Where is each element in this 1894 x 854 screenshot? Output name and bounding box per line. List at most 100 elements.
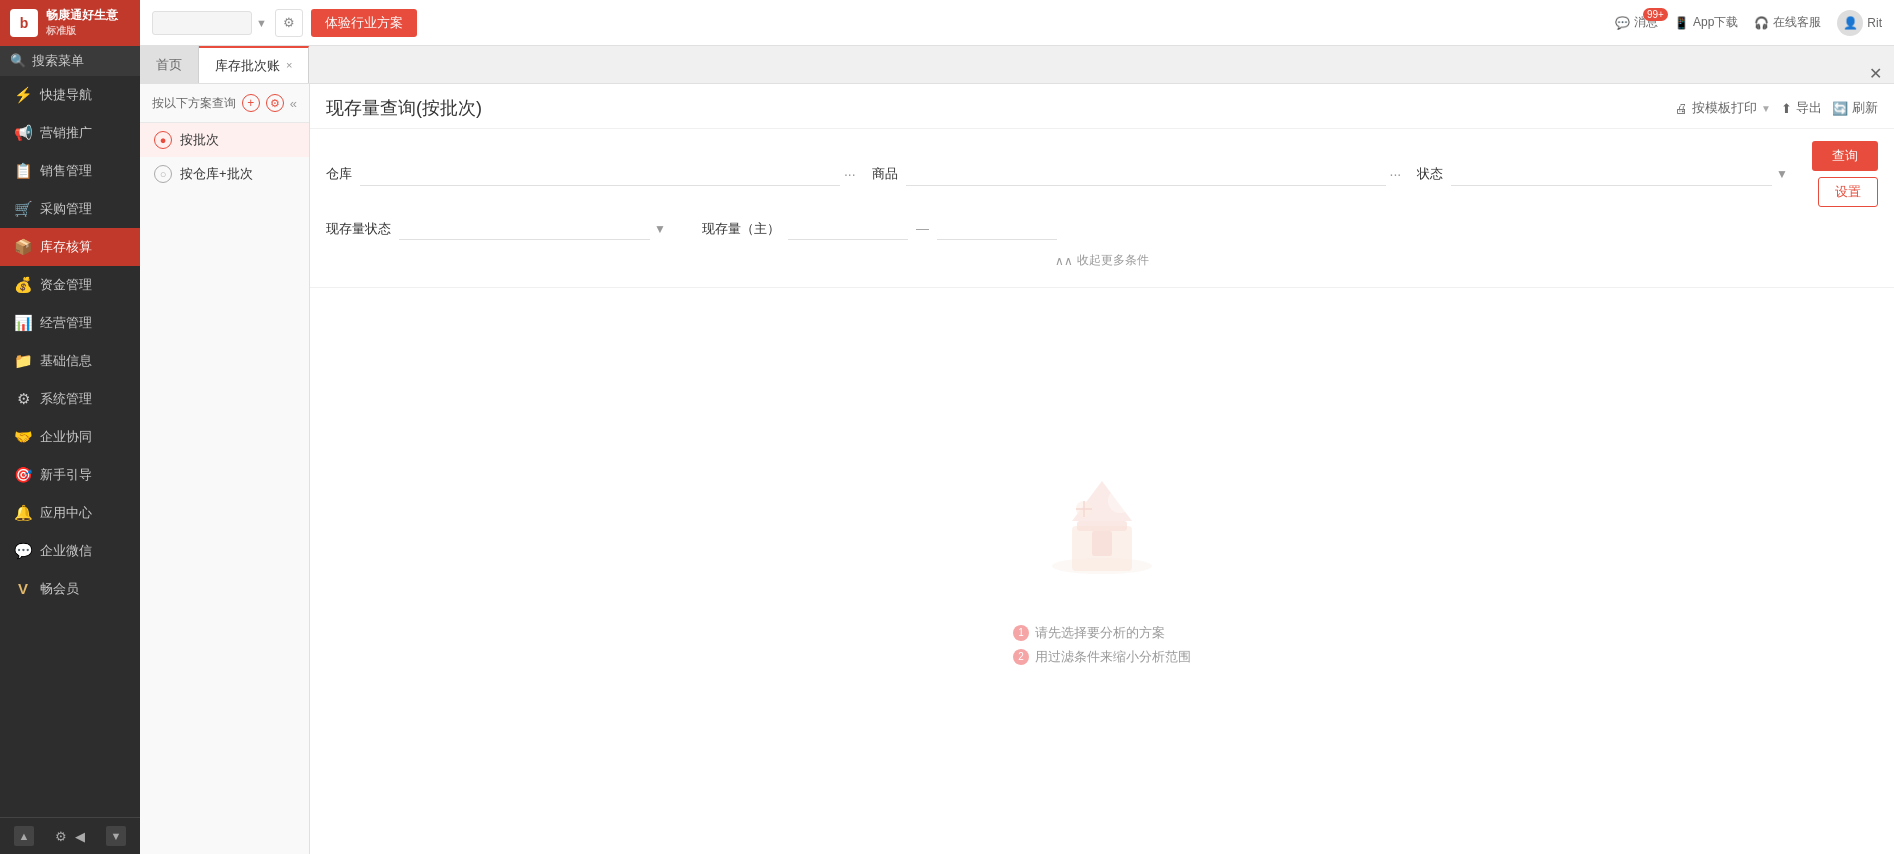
dropdown-arrow-icon: ▼ [256,17,267,29]
user-menu[interactable]: 👤 Rit [1837,10,1882,36]
sidebar-item-label: 营销推广 [40,124,92,142]
sidebar-footer: ▲ ⚙ ◀ ▼ [0,817,140,854]
warehouse-dots[interactable]: ··· [844,166,856,182]
tip-num-2: 2 [1013,649,1029,665]
sidebar-item-management[interactable]: 📊 经营管理 [0,304,140,342]
query-button[interactable]: 查询 [1812,141,1878,171]
trial-button[interactable]: 体验行业方案 [311,9,417,37]
plan-item-batch[interactable]: ● 按批次 [140,123,309,157]
sidebar-header: b 畅康通好生意 标准版 [0,0,140,46]
scroll-down-button[interactable]: ▼ [106,826,126,846]
app-edition: 标准版 [46,24,118,38]
online-service-button[interactable]: 🎧 在线客服 [1754,14,1821,31]
plan-item-warehouse-batch[interactable]: ○ 按仓库+批次 [140,157,309,191]
add-plan-button[interactable]: + [242,94,260,112]
messages-button[interactable]: 💬 消息 99+ [1615,14,1658,31]
sidebar-item-collab[interactable]: 🤝 企业协同 [0,418,140,456]
collapse-up-icon: ∧∧ [1055,254,1073,268]
sidebar-item-finance[interactable]: 💰 资金管理 [0,266,140,304]
empty-state: 1 请先选择要分析的方案 2 用过滤条件来缩小分析范围 [310,288,1894,854]
app-download-button[interactable]: 📱 App下载 [1674,14,1738,31]
warehouse-input[interactable] [360,163,840,186]
export-label: 导出 [1796,99,1822,117]
topbar: ▼ ⚙ 体验行业方案 💬 消息 99+ 📱 App下载 🎧 在线客服 👤 Rit [140,0,1894,46]
tab-home[interactable]: 首页 [140,46,199,83]
finance-icon: 💰 [14,276,32,294]
settings-footer-icon[interactable]: ⚙ [55,829,67,844]
tip-text-2: 用过滤条件来缩小分析范围 [1035,648,1191,666]
status-label: 状态 [1417,165,1443,183]
search-menu-item[interactable]: 🔍 搜索菜单 [0,46,140,76]
page-title: 现存量查询(按批次) [326,96,482,120]
breadcrumb: ▼ [152,11,267,35]
gear-button[interactable]: ⚙ [275,9,303,37]
filter-collapse-button[interactable]: ∧∧ 收起更多条件 [326,246,1878,275]
sidebar-item-label: 企业协同 [40,428,92,446]
app-logo: b [10,9,38,37]
empty-tips: 1 请先选择要分析的方案 2 用过滤条件来缩小分析范围 [1013,624,1191,672]
quicknav-icon: ⚡ [14,86,32,104]
collapse-label: 收起更多条件 [1077,252,1149,269]
tip-num-1: 1 [1013,625,1029,641]
sidebar-item-basic[interactable]: 📁 基础信息 [0,342,140,380]
sidebar-item-appcenter[interactable]: 🔔 应用中心 [0,494,140,532]
product-dots[interactable]: ··· [1390,166,1402,182]
management-icon: 📊 [14,314,32,332]
plan-label-batch: 按批次 [180,131,219,149]
sidebar-item-label: 新手引导 [40,466,92,484]
sidebar-item-purchase[interactable]: 🛒 采购管理 [0,190,140,228]
search-menu-label: 搜索菜单 [32,52,84,70]
export-button[interactable]: ⬆ 导出 [1781,99,1822,117]
footer-icons: ⚙ ◀ [55,829,85,844]
inventory-status-arrow-icon: ▼ [654,222,666,236]
inventory-status-label: 现存量状态 [326,220,391,238]
sidebar-item-label: 畅会员 [40,580,79,598]
export-icon: ⬆ [1781,101,1792,116]
sidebar-item-label: 库存核算 [40,238,92,256]
svg-point-4 [1108,489,1132,513]
sidebar-item-sales[interactable]: 📋 销售管理 [0,152,140,190]
messages-badge: 99+ [1643,8,1668,21]
inventory-status-field: 现存量状态 ▼ [326,217,666,240]
empty-tip-2: 2 用过滤条件来缩小分析范围 [1013,648,1191,666]
tab-close-button[interactable]: × [286,60,292,71]
system-icon: ⚙ [14,390,32,408]
tab-inventory-batch[interactable]: 库存批次账 × [199,46,309,83]
sidebar-item-member[interactable]: V 畅会员 [0,570,140,608]
right-panel: 现存量查询(按批次) 🖨 按模板打印 ▼ ⬆ 导出 🔄 刷新 [310,84,1894,854]
empty-illustration [1042,471,1162,600]
sidebar-item-quicknav[interactable]: ⚡ 快捷导航 [0,76,140,114]
sidebar-item-label: 经营管理 [40,314,92,332]
sidebar-item-system[interactable]: ⚙ 系统管理 [0,380,140,418]
left-panel: 按以下方案查询 + ⚙ « ● 按批次 ○ 按仓库+批次 [140,84,310,854]
sound-footer-icon[interactable]: ◀ [75,829,85,844]
sidebar-item-label: 采购管理 [40,200,92,218]
product-field: 商品 ··· [872,163,1402,186]
topbar-search-input[interactable] [152,11,252,35]
scroll-up-button[interactable]: ▲ [14,826,34,846]
search-icon: 🔍 [10,53,26,68]
sidebar-item-marketing[interactable]: 📢 营销推广 [0,114,140,152]
sidebar-item-newbie[interactable]: 🎯 新手引导 [0,456,140,494]
tab-inventory-batch-label: 库存批次账 [215,57,280,75]
plan-settings-button[interactable]: ⚙ [266,94,284,112]
settings-button[interactable]: 设置 [1818,177,1878,207]
quantity-label: 现存量（主） [702,220,780,238]
tip-text-1: 请先选择要分析的方案 [1035,624,1165,642]
sidebar-item-label: 企业微信 [40,542,92,560]
quantity-max-input[interactable] [937,217,1057,240]
print-button[interactable]: 🖨 按模板打印 ▼ [1675,99,1771,117]
quantity-field: 现存量（主） — [702,217,1102,240]
collapse-panel-button[interactable]: « [290,96,297,111]
refresh-button[interactable]: 🔄 刷新 [1832,99,1878,117]
filter-actions: 查询 设置 [1804,141,1878,207]
status-select[interactable] [1451,163,1772,186]
message-icon: 💬 [1615,16,1630,30]
sidebar-item-wechat[interactable]: 💬 企业微信 [0,532,140,570]
sidebar-item-inventory[interactable]: 📦 库存核算 [0,228,140,266]
product-input[interactable] [906,163,1386,186]
inventory-status-select[interactable] [399,217,650,240]
wechat-icon: 💬 [14,542,32,560]
tab-right-close-button[interactable]: ✕ [1857,64,1894,83]
quantity-min-input[interactable] [788,217,908,240]
